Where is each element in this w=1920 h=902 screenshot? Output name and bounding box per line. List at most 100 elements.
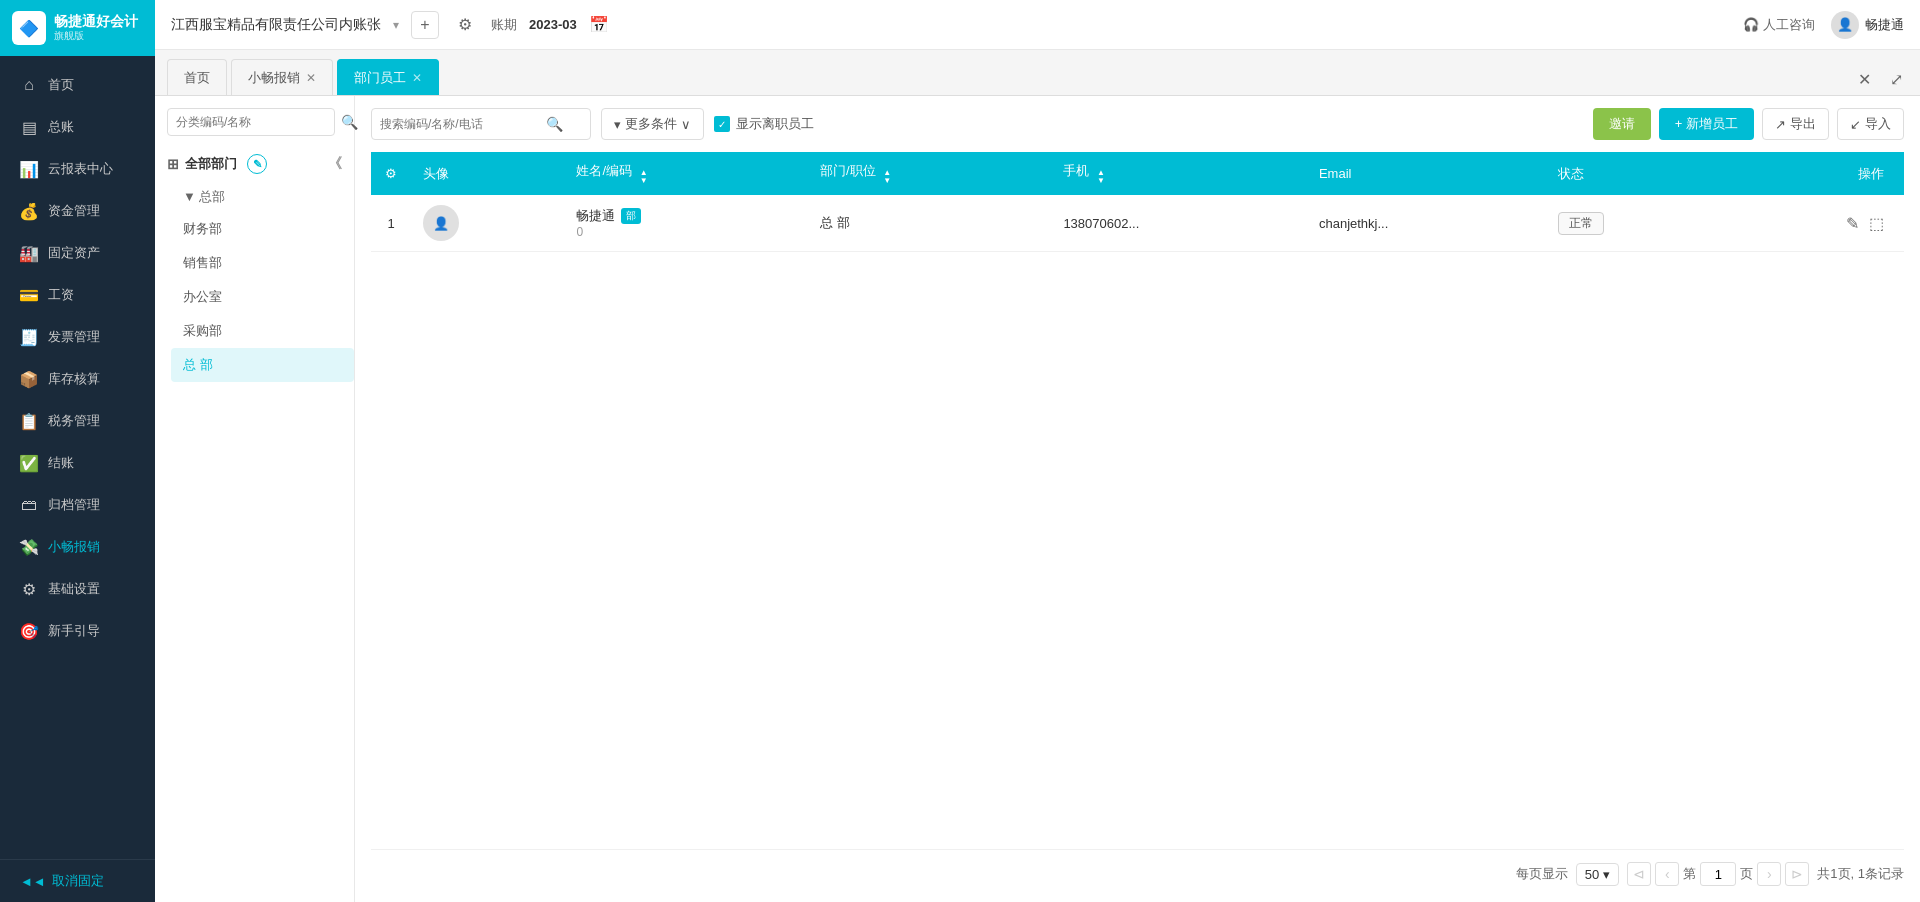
sidebar-item-guide[interactable]: 🎯 新手引导 [0,610,155,652]
close-panel-btn[interactable]: ✕ [1852,67,1876,91]
export-icon: ↗ [1775,117,1786,132]
tab-expense[interactable]: 小畅报销 ✕ [231,59,333,95]
import-button[interactable]: ↙ 导入 [1837,108,1904,140]
dept-sort-icon[interactable]: ▲▼ [883,169,891,185]
delete-employee-icon[interactable]: ⬚ [1869,214,1884,233]
filter-btn[interactable]: ▾ 更多条件 ∨ [601,108,704,140]
col-name-code[interactable]: 姓名/编码 ▲▼ [564,152,807,195]
avatar: 👤 [423,205,459,241]
dept-item-sales[interactable]: 销售部 [171,246,354,280]
reports-icon: 📊 [20,160,38,178]
first-page-btn[interactable]: ⊲ [1627,862,1651,886]
col-mobile[interactable]: 手机 ▲▼ [1051,152,1307,195]
name-sort-icon[interactable]: ▲▼ [640,169,648,185]
period-value[interactable]: 2023-03 [529,17,577,32]
settings-btn[interactable]: ⚙ [451,11,479,39]
employee-name: 畅捷通 [576,207,615,225]
sidebar-item-settle[interactable]: ✅ 结账 [0,442,155,484]
dept-badge: 部 [621,208,641,224]
logo-subtext: 旗舰版 [54,29,138,43]
next-page-btn[interactable]: › [1757,862,1781,886]
calendar-icon[interactable]: 📅 [589,15,609,34]
employee-search-icon[interactable]: 🔍 [546,116,563,132]
dept-purchase-label: 采购部 [183,323,222,338]
invite-button[interactable]: 邀请 [1593,108,1651,140]
dept-item-finance[interactable]: 财务部 [171,212,354,246]
last-page-btn[interactable]: ⊳ [1785,862,1809,886]
dept-item-office[interactable]: 办公室 [171,280,354,314]
company-dropdown-icon[interactable]: ▾ [393,18,399,32]
sidebar-item-label-settings: 基础设置 [48,580,100,598]
expand-panel-btn[interactable]: ⤢ [1884,67,1908,91]
dept-search-input[interactable] [167,108,335,136]
expense-icon: 💸 [20,538,38,556]
sidebar-item-settings[interactable]: ⚙ 基础设置 [0,568,155,610]
tab-expense-close[interactable]: ✕ [306,71,316,85]
sidebar-item-inventory[interactable]: 📦 库存核算 [0,358,155,400]
import-label: 导入 [1865,115,1891,133]
page-input[interactable] [1700,862,1736,886]
col-dept-pos[interactable]: 部门/职位 ▲▼ [808,152,1051,195]
support-btn[interactable]: 🎧 人工咨询 [1743,16,1815,34]
export-button[interactable]: ↗ 导出 [1762,108,1829,140]
all-dept-item[interactable]: ⊞ 全部部门 ✎ 《 [155,146,354,182]
sidebar-item-home[interactable]: ⌂ 首页 [0,64,155,106]
assets-icon: 🏭 [20,244,38,262]
sidebar-item-label-assets: 固定资产 [48,244,100,262]
sidebar-item-label-expense: 小畅报销 [48,538,100,556]
sidebar-item-salary[interactable]: 💳 工资 [0,274,155,316]
page-input-wrap: 第 页 [1683,862,1753,886]
user-avatar: 👤 [1831,11,1859,39]
per-page-label: 每页显示 [1516,865,1568,883]
dept-item-general[interactable]: 总 部 [171,348,354,382]
dept-collapse-icon[interactable]: 《 [328,155,342,173]
dept-item-purchase[interactable]: 采购部 [171,314,354,348]
settle-icon: ✅ [20,454,38,472]
employee-code: 0 [576,225,795,239]
show-resigned-toggle[interactable]: ✓ 显示离职员工 [714,115,814,133]
sidebar-item-ledger[interactable]: ▤ 总账 [0,106,155,148]
table-row: 1 👤 畅捷通 部 0 [371,195,1904,252]
sidebar-item-invoice[interactable]: 🧾 发票管理 [0,316,155,358]
tab-home[interactable]: 首页 [167,59,227,95]
sidebar-item-label-guide: 新手引导 [48,622,100,640]
company-name[interactable]: 江西服宝精品有限责任公司内账张 [171,16,381,34]
prev-page-btn[interactable]: ‹ [1655,862,1679,886]
row-avatar-cell: 👤 [411,195,564,252]
inventory-icon: 📦 [20,370,38,388]
row-email: chanjethkj... [1307,195,1546,252]
edit-dept-btn[interactable]: ✎ [247,154,267,174]
sidebar-item-archive[interactable]: 🗃 归档管理 [0,484,155,526]
page-suffix: 页 [1740,865,1753,883]
edit-employee-icon[interactable]: ✎ [1846,214,1859,233]
archive-icon: 🗃 [20,496,38,514]
tab-dept-close[interactable]: ✕ [412,71,422,85]
sidebar-item-tax[interactable]: 📋 税务管理 [0,400,155,442]
action-icons: ✎ ⬚ [1737,214,1884,233]
export-label: 导出 [1790,115,1816,133]
tab-dept-employee[interactable]: 部门员工 ✕ [337,59,439,95]
dept-sidebar: 🔍 ⊞ 全部部门 ✎ 《 ▼ 总部 财务部 销售部 办公室 [155,96,355,902]
headset-icon: 🎧 [1743,17,1759,32]
tab-expense-label: 小畅报销 [248,69,300,87]
funds-icon: 💰 [20,202,38,220]
row-name-cell: 畅捷通 部 0 [564,195,807,252]
col-status: 状态 [1546,152,1725,195]
per-page-select[interactable]: 50 ▾ [1576,863,1619,886]
user-area[interactable]: 👤 畅捷通 [1831,11,1904,39]
header-right: 🎧 人工咨询 👤 畅捷通 [1743,11,1904,39]
col-gear[interactable]: ⚙ [371,152,411,195]
mobile-sort-icon[interactable]: ▲▼ [1097,169,1105,185]
sidebar-item-assets[interactable]: 🏭 固定资产 [0,232,155,274]
add-tab-button[interactable]: + [411,11,439,39]
sidebar: 🔷 畅捷通好会计 旗舰版 ⌂ 首页 ▤ 总账 📊 云报表中心 💰 资金管理 🏭 … [0,0,155,902]
show-resigned-checkbox[interactable]: ✓ [714,116,730,132]
cancel-pin-btn[interactable]: ◄◄ 取消固定 [0,859,155,902]
sidebar-item-reports[interactable]: 📊 云报表中心 [0,148,155,190]
employee-search-input[interactable] [380,117,540,131]
col-avatar: 头像 [411,152,564,195]
col-email: Email [1307,152,1546,195]
add-employee-button[interactable]: + 新增员工 [1659,108,1754,140]
sidebar-item-funds[interactable]: 💰 资金管理 [0,190,155,232]
sidebar-item-expense[interactable]: 💸 小畅报销 [0,526,155,568]
